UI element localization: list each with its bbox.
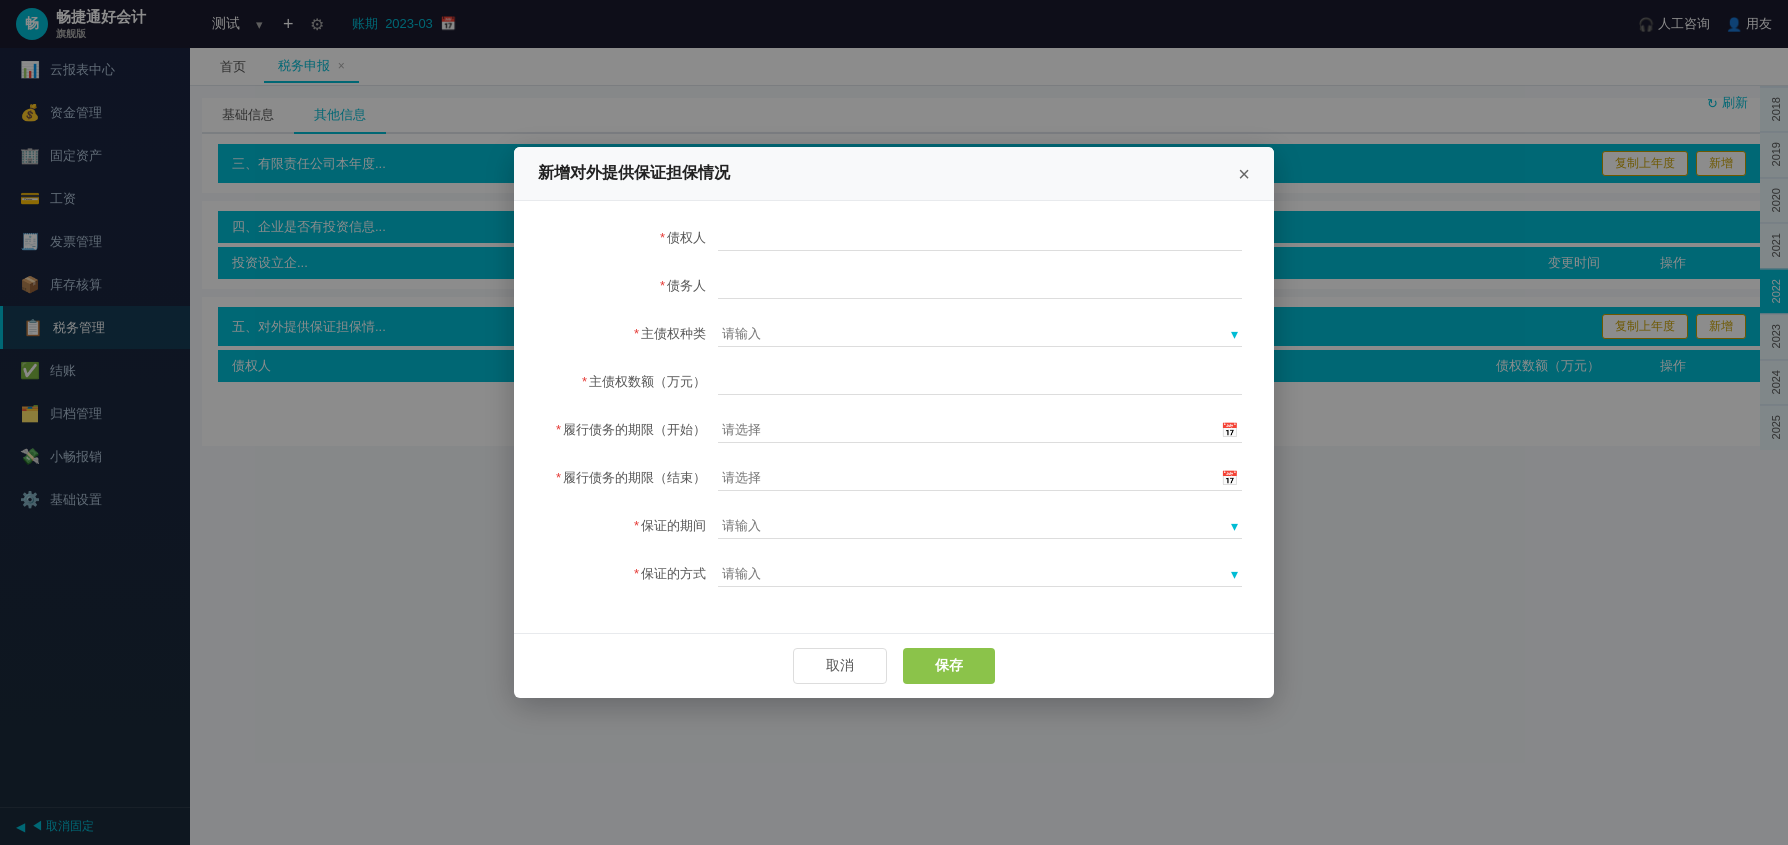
period-end-date[interactable]: 📅 xyxy=(718,465,1242,491)
debtor-input[interactable] xyxy=(718,273,1242,299)
save-button[interactable]: 保存 xyxy=(903,648,995,684)
modal-footer: 取消 保存 xyxy=(514,633,1274,698)
form-row-period-start: *履行债务的期限（开始） 📅 xyxy=(546,417,1242,443)
guarantee-method-dropdown-icon[interactable]: ▾ xyxy=(1231,566,1242,582)
claim-type-dropdown-icon[interactable]: ▾ xyxy=(1231,326,1242,342)
form-row-guarantee-period: *保证的期间 ▾ xyxy=(546,513,1242,539)
period-end-input[interactable] xyxy=(718,465,1221,490)
guarantee-period-required-mark: * xyxy=(634,518,639,533)
period-start-required-mark: * xyxy=(556,422,561,437)
claim-type-required-mark: * xyxy=(634,326,639,341)
period-start-date[interactable]: 📅 xyxy=(718,417,1242,443)
claim-type-select[interactable]: ▾ xyxy=(718,321,1242,347)
debtor-label: *债务人 xyxy=(546,277,706,295)
guarantee-method-label: *保证的方式 xyxy=(546,565,706,583)
period-end-required-mark: * xyxy=(556,470,561,485)
modal-title: 新增对外提供保证担保情况 xyxy=(538,163,730,184)
period-start-calendar-icon[interactable]: 📅 xyxy=(1221,422,1242,438)
creditor-input[interactable] xyxy=(718,225,1242,251)
guarantee-method-select[interactable]: ▾ xyxy=(718,561,1242,587)
claim-amount-input[interactable] xyxy=(718,369,1242,395)
modal-body: *债权人 *债务人 *主债权种类 ▾ xyxy=(514,201,1274,633)
guarantee-period-dropdown-icon[interactable]: ▾ xyxy=(1231,518,1242,534)
form-row-creditor: *债权人 xyxy=(546,225,1242,251)
form-row-claim-type: *主债权种类 ▾ xyxy=(546,321,1242,347)
form-row-claim-amount: *主债权数额（万元） xyxy=(546,369,1242,395)
period-start-label: *履行债务的期限（开始） xyxy=(546,421,706,439)
guarantee-method-required-mark: * xyxy=(634,566,639,581)
claim-type-label: *主债权种类 xyxy=(546,325,706,343)
creditor-label: *债权人 xyxy=(546,229,706,247)
guarantee-period-label: *保证的期间 xyxy=(546,517,706,535)
modal-dialog: 新增对外提供保证担保情况 × *债权人 *债务人 * xyxy=(514,147,1274,698)
modal-overlay[interactable]: 新增对外提供保证担保情况 × *债权人 *债务人 * xyxy=(0,0,1788,845)
cancel-button[interactable]: 取消 xyxy=(793,648,887,684)
period-start-input[interactable] xyxy=(718,417,1221,442)
period-end-calendar-icon[interactable]: 📅 xyxy=(1221,470,1242,486)
debtor-required-mark: * xyxy=(660,278,665,293)
claim-amount-label: *主债权数额（万元） xyxy=(546,373,706,391)
guarantee-period-select[interactable]: ▾ xyxy=(718,513,1242,539)
period-end-label: *履行债务的期限（结束） xyxy=(546,469,706,487)
modal-close-button[interactable]: × xyxy=(1238,164,1250,184)
creditor-required-mark: * xyxy=(660,230,665,245)
modal-header: 新增对外提供保证担保情况 × xyxy=(514,147,1274,201)
form-row-period-end: *履行债务的期限（结束） 📅 xyxy=(546,465,1242,491)
guarantee-period-input[interactable] xyxy=(718,513,1231,538)
guarantee-method-input[interactable] xyxy=(718,561,1231,586)
form-row-guarantee-method: *保证的方式 ▾ xyxy=(546,561,1242,587)
form-row-debtor: *债务人 xyxy=(546,273,1242,299)
claim-type-input[interactable] xyxy=(718,321,1231,346)
claim-amount-required-mark: * xyxy=(582,374,587,389)
